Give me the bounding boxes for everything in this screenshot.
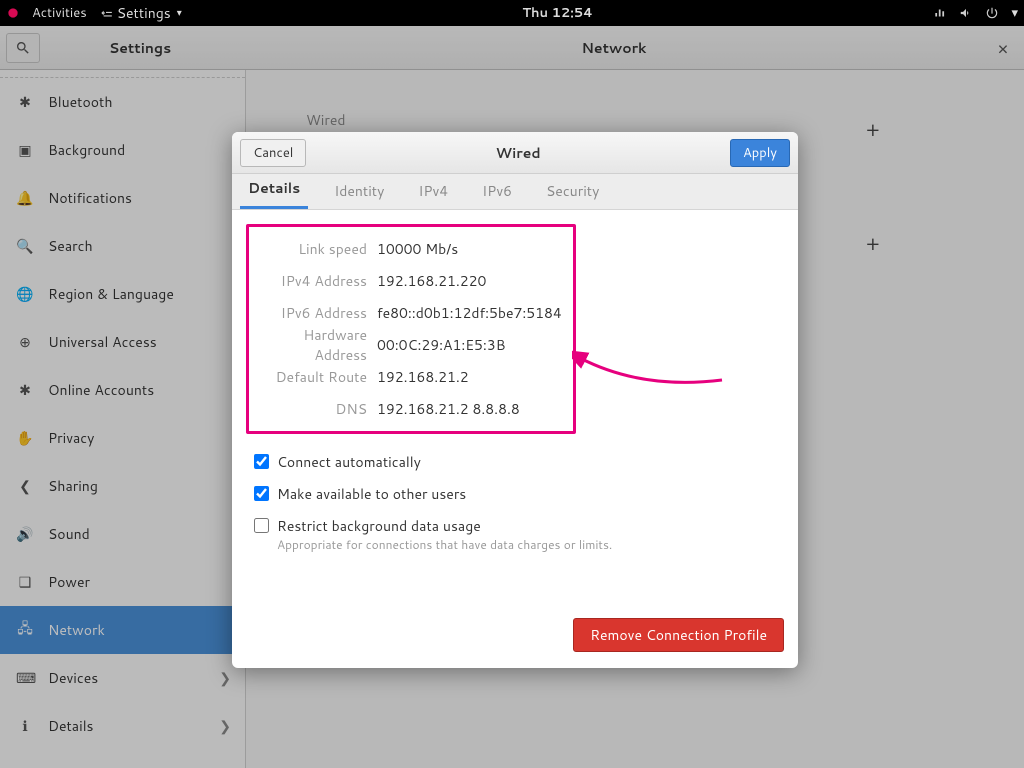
sidebar-item-online-accounts[interactable]: ✱Online Accounts: [0, 366, 245, 414]
network-status-icon[interactable]: [933, 6, 947, 20]
ipv6-label: IPv6 Address: [259, 303, 377, 323]
dialog-tabs: Details Identity IPv4 IPv6 Security: [232, 174, 798, 210]
tab-security[interactable]: Security: [538, 181, 607, 209]
details-icon: ℹ: [16, 716, 34, 736]
restrict-bg-row: Restrict background data usage Appropria…: [254, 516, 784, 553]
dns-label: DNS: [259, 399, 377, 419]
dialog-header: Cancel Wired Apply: [232, 132, 798, 174]
clock[interactable]: Thu 12:54: [182, 4, 934, 22]
sidebar-item-sound[interactable]: 🔊Sound: [0, 510, 245, 558]
ipv4-label: IPv4 Address: [259, 271, 377, 291]
power-icon: ❑: [16, 572, 34, 592]
link-speed-value: 10000 Mb/s: [377, 239, 458, 259]
settings-sidebar: ✱Bluetooth ▣Background 🔔Notifications 🔍S…: [0, 70, 246, 768]
background-icon: ▣: [16, 140, 34, 160]
sharing-icon: ❮: [16, 476, 34, 496]
wired-connection-dialog: Cancel Wired Apply Details Identity IPv4…: [232, 132, 798, 668]
universal-access-icon: ⊕: [16, 332, 34, 352]
ipv4-value: 192.168.21.220: [377, 271, 486, 291]
bluetooth-icon: ✱: [16, 92, 34, 112]
connect-auto-checkbox[interactable]: [254, 454, 269, 469]
wired-section-label: Wired: [306, 110, 964, 130]
sidebar-item-devices[interactable]: ⌨Devices❯: [0, 654, 245, 702]
tab-details[interactable]: Details: [240, 178, 308, 209]
connect-auto-row: Connect automatically: [254, 452, 784, 472]
activities-button[interactable]: Activities: [32, 4, 87, 22]
add-wired-button[interactable]: +: [866, 116, 880, 144]
cancel-button[interactable]: Cancel: [240, 139, 306, 167]
dns-value: 192.168.21.2 8.8.8.8: [377, 399, 520, 419]
hw-value: 00:0C:29:A1:E5:3B: [377, 335, 505, 355]
system-menu-chevron[interactable]: ▾: [1011, 4, 1018, 22]
link-speed-label: Link speed: [259, 239, 377, 259]
sidebar-item-network[interactable]: 🖧Network: [0, 606, 245, 654]
tab-ipv6[interactable]: IPv6: [474, 181, 520, 209]
remove-connection-button[interactable]: Remove Connection Profile: [573, 618, 784, 652]
add-vpn-button[interactable]: +: [866, 230, 880, 258]
dialog-title: Wired: [306, 143, 730, 163]
apply-button[interactable]: Apply: [730, 139, 790, 167]
sidebar-item-search[interactable]: 🔍Search: [0, 222, 245, 270]
other-users-checkbox[interactable]: [254, 486, 269, 501]
power-icon[interactable]: [985, 6, 999, 20]
window-close-button[interactable]: ×: [988, 33, 1018, 63]
devices-icon: ⌨: [16, 668, 34, 688]
header-search-button[interactable]: [6, 33, 40, 63]
panel-title: Network: [240, 38, 988, 58]
sidebar-item-notifications[interactable]: 🔔Notifications: [0, 174, 245, 222]
restrict-bg-checkbox[interactable]: [254, 518, 269, 533]
network-icon: 🖧: [16, 618, 34, 642]
tab-identity[interactable]: Identity: [326, 181, 392, 209]
sidebar-item-background[interactable]: ▣Background: [0, 126, 245, 174]
restrict-bg-sub: Appropriate for connections that have da…: [277, 536, 612, 553]
privacy-icon: ✋: [16, 428, 34, 448]
window-header: Settings Network ×: [0, 26, 1024, 70]
other-users-label: Make available to other users: [277, 484, 466, 504]
route-label: Default Route: [259, 367, 377, 387]
other-users-row: Make available to other users: [254, 484, 784, 504]
hw-label: Hardware Address: [259, 325, 377, 365]
debian-icon[interactable]: [6, 6, 20, 20]
region-icon: 🌐: [16, 284, 34, 304]
sidebar-item-bluetooth[interactable]: ✱Bluetooth: [0, 78, 245, 126]
sidebar-item-details[interactable]: ℹDetails❯: [0, 702, 245, 750]
sidebar-item-power[interactable]: ❑Power: [0, 558, 245, 606]
restrict-bg-label: Restrict background data usage: [277, 516, 612, 536]
app-menu[interactable]: Settings: [99, 3, 182, 23]
top-panel: Activities Settings Thu 12:54 ▾: [0, 0, 1024, 26]
chevron-right-icon: ❯: [219, 668, 231, 688]
online-accounts-icon: ✱: [16, 380, 34, 400]
dialog-footer: Remove Connection Profile: [232, 608, 798, 668]
volume-icon[interactable]: [959, 6, 973, 20]
search-icon: 🔍: [16, 236, 34, 256]
sidebar-item-privacy[interactable]: ✋Privacy: [0, 414, 245, 462]
sidebar-item-sharing[interactable]: ❮Sharing: [0, 462, 245, 510]
annotation-arrow: [572, 340, 732, 400]
sound-icon: 🔊: [16, 524, 34, 544]
sidebar-item-region[interactable]: 🌐Region & Language: [0, 270, 245, 318]
app-menu-label: Settings: [117, 3, 171, 23]
route-value: 192.168.21.2: [377, 367, 469, 387]
sidebar-item-universal-access[interactable]: ⊕Universal Access: [0, 318, 245, 366]
sidebar-scroll-indicator: [0, 70, 245, 78]
ipv6-value: fe80::d0b1:12df:5be7:5184: [377, 303, 562, 323]
connect-auto-label: Connect automatically: [277, 452, 421, 472]
details-highlight-box: Link speed10000 Mb/s IPv4 Address192.168…: [246, 224, 576, 434]
chevron-right-icon: ❯: [219, 716, 231, 736]
tab-ipv4[interactable]: IPv4: [410, 181, 456, 209]
settings-title: Settings: [40, 38, 240, 58]
notifications-icon: 🔔: [16, 188, 34, 208]
dialog-body: Link speed10000 Mb/s IPv4 Address192.168…: [232, 210, 798, 608]
